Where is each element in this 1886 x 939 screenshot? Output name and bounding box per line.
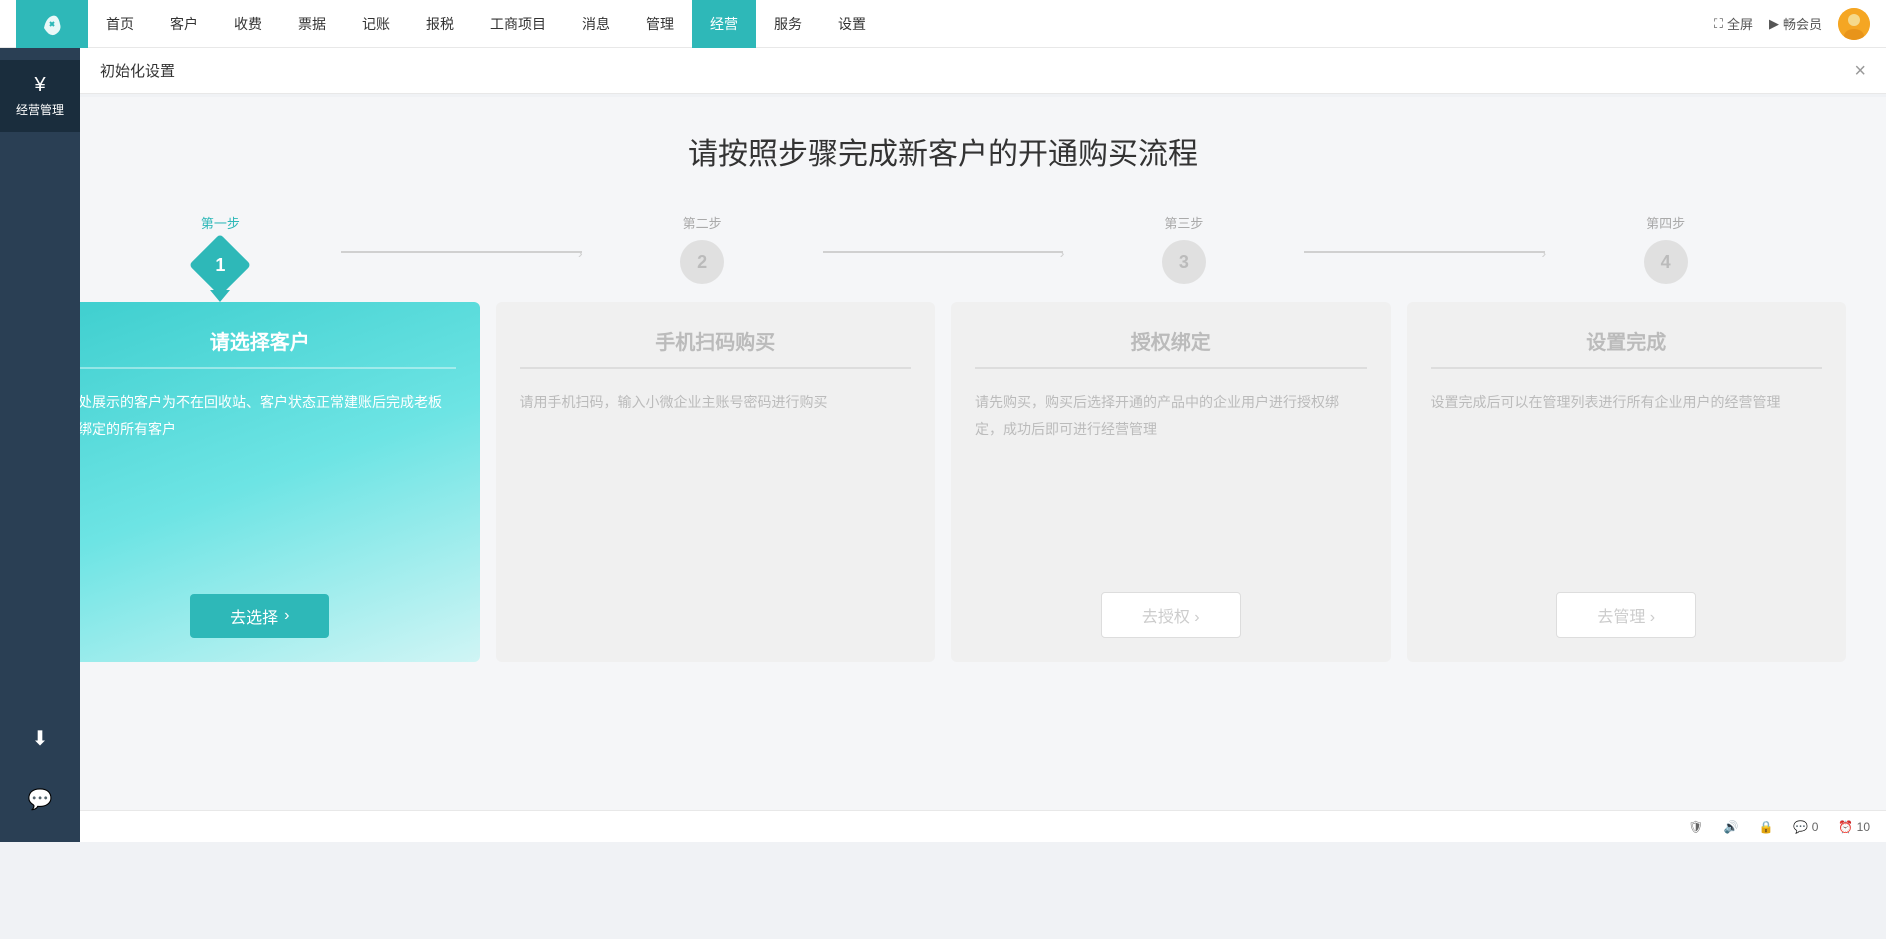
support-icon: 💬: [28, 787, 53, 812]
card1-desc: 该处展示的客户为不在回收站、客户状态正常建账后完成老板端绑定的所有客户: [64, 389, 456, 574]
steps-indicator: 第一步 1 › 第二步 2 › 第三步 3: [40, 213, 1846, 302]
nav-home[interactable]: 首页: [88, 0, 152, 48]
sidebar: ¥ 经营管理 ⬇ 💬: [0, 48, 80, 842]
user-avatar[interactable]: [1838, 8, 1870, 40]
sidebar-support[interactable]: 💬: [0, 773, 80, 826]
step1-circle: 1: [195, 240, 245, 290]
card4-btn-wrap: 去管理 ›: [1431, 572, 1823, 638]
nav-menu: 首页 客户 收费 票据 记账 报税 工商项目 消息 管理 经营 服务 设置: [88, 0, 1714, 48]
card4-title: 设置完成: [1431, 326, 1823, 369]
page-header: 初始化设置 ×: [80, 48, 1886, 94]
step-indicator-1: 第一步 1: [100, 213, 341, 302]
fullscreen-icon: ⛶: [1714, 16, 1723, 32]
go-select-label: 去选择: [230, 604, 278, 628]
vip-label: 畅会员: [1783, 14, 1822, 33]
step-indicator-4: 第四步 4: [1545, 213, 1786, 284]
nav-invoice[interactable]: 票据: [280, 0, 344, 48]
go-authorize-label: 去授权 ›: [1142, 603, 1200, 627]
step2-label: 第二步: [683, 213, 722, 232]
card3-desc: 请先购买，购买后选择开通的产品中的企业用户进行授权绑定，成功后即可进行经营管理: [975, 389, 1367, 572]
nav-tax[interactable]: 报税: [408, 0, 472, 48]
nav-service[interactable]: 服务: [756, 0, 820, 48]
content-area: 请按照步骤完成新客户的开通购买流程 第一步 1 › 第二步 2 ›: [0, 97, 1886, 810]
sidebar-item-operation[interactable]: ¥ 经营管理: [0, 60, 80, 132]
step1-label: 第一步: [201, 213, 240, 232]
step-card-3: 授权绑定 请先购买，购买后选择开通的产品中的企业用户进行授权绑定，成功后即可进行…: [951, 302, 1391, 662]
card1-title: 请选择客户: [64, 326, 456, 369]
card3-title: 授权绑定: [975, 326, 1367, 369]
clock-icon: ⏰ 10: [1838, 820, 1870, 834]
nav-message[interactable]: 消息: [564, 0, 628, 48]
step3-circle: 3: [1162, 240, 1206, 284]
fullscreen-button[interactable]: ⛶ 全屏: [1714, 14, 1753, 33]
nav-operation[interactable]: 经营: [692, 0, 756, 48]
go-authorize-button[interactable]: 去授权 ›: [1101, 592, 1241, 638]
top-navigation: 首页 客户 收费 票据 记账 报税 工商项目 消息 管理 经营 服务 设置 ⛶ …: [0, 0, 1886, 48]
status-bar: ▶ 完成 🛡 🔊 🔒 💬 0 ⏰ 10: [0, 810, 1886, 842]
nav-settings[interactable]: 设置: [820, 0, 884, 48]
card1-btn-wrap: 去选择 ›: [64, 574, 456, 638]
nav-manage[interactable]: 管理: [628, 0, 692, 48]
page-title: 初始化设置: [100, 60, 175, 81]
arrow-2: ›: [823, 213, 1064, 253]
nav-fee[interactable]: 收费: [216, 0, 280, 48]
sidebar-item-label: 经营管理: [16, 101, 64, 118]
close-button[interactable]: ×: [1854, 61, 1866, 81]
arrow-3: ›: [1304, 213, 1545, 253]
step3-label: 第三步: [1164, 213, 1203, 232]
step2-circle: 2: [680, 240, 724, 284]
step-card-4: 设置完成 设置完成后可以在管理列表进行所有企业用户的经营管理 去管理 ›: [1407, 302, 1847, 662]
step4-label: 第四步: [1646, 213, 1685, 232]
arrow-1: ›: [341, 213, 582, 253]
fullscreen-label: 全屏: [1727, 14, 1753, 33]
step-indicator-2: 第二步 2: [582, 213, 823, 284]
vip-button[interactable]: ▶ 畅会员: [1769, 14, 1822, 33]
download-icon: ⬇: [32, 726, 49, 751]
sidebar-download[interactable]: ⬇: [0, 712, 80, 765]
go-manage-button[interactable]: 去管理 ›: [1556, 592, 1696, 638]
play-icon: ▶: [1769, 16, 1779, 32]
step-indicator-3: 第三步 3: [1063, 213, 1304, 284]
step-cards: 请选择客户 该处展示的客户为不在回收站、客户状态正常建账后完成老板端绑定的所有客…: [40, 302, 1846, 662]
app-logo[interactable]: [16, 0, 88, 48]
card3-btn-wrap: 去授权 ›: [975, 572, 1367, 638]
arrow-icon: ›: [284, 607, 289, 625]
main-title: 请按照步骤完成新客户的开通购买流程: [40, 129, 1846, 173]
step4-circle: 4: [1644, 240, 1688, 284]
yuan-icon: ¥: [34, 74, 45, 97]
nav-accounting[interactable]: 记账: [344, 0, 408, 48]
go-manage-label: 去管理 ›: [1597, 603, 1655, 627]
card2-desc: 请用手机扫码，输入小微企业主账号密码进行购买: [520, 389, 912, 638]
go-select-button[interactable]: 去选择 ›: [190, 594, 329, 638]
nav-customer[interactable]: 客户: [152, 0, 216, 48]
card4-desc: 设置完成后可以在管理列表进行所有企业用户的经营管理: [1431, 389, 1823, 572]
message-icon: 💬 0: [1793, 820, 1818, 834]
nav-right-area: ⛶ 全屏 ▶ 畅会员: [1714, 8, 1870, 40]
lock-icon: 🔒: [1758, 820, 1773, 834]
volume-icon: 🔊: [1724, 820, 1739, 834]
nav-business[interactable]: 工商项目: [472, 0, 564, 48]
shield-icon: 🛡: [1688, 820, 1703, 834]
step-card-1: 请选择客户 该处展示的客户为不在回收站、客户状态正常建账后完成老板端绑定的所有客…: [40, 302, 480, 662]
status-bar-right: 🛡 🔊 🔒 💬 0 ⏰ 10: [1688, 820, 1870, 834]
step-card-2: 手机扫码购买 请用手机扫码，输入小微企业主账号密码进行购买: [496, 302, 936, 662]
card2-title: 手机扫码购买: [520, 326, 912, 369]
sidebar-bottom: ⬇ 💬: [0, 712, 80, 842]
